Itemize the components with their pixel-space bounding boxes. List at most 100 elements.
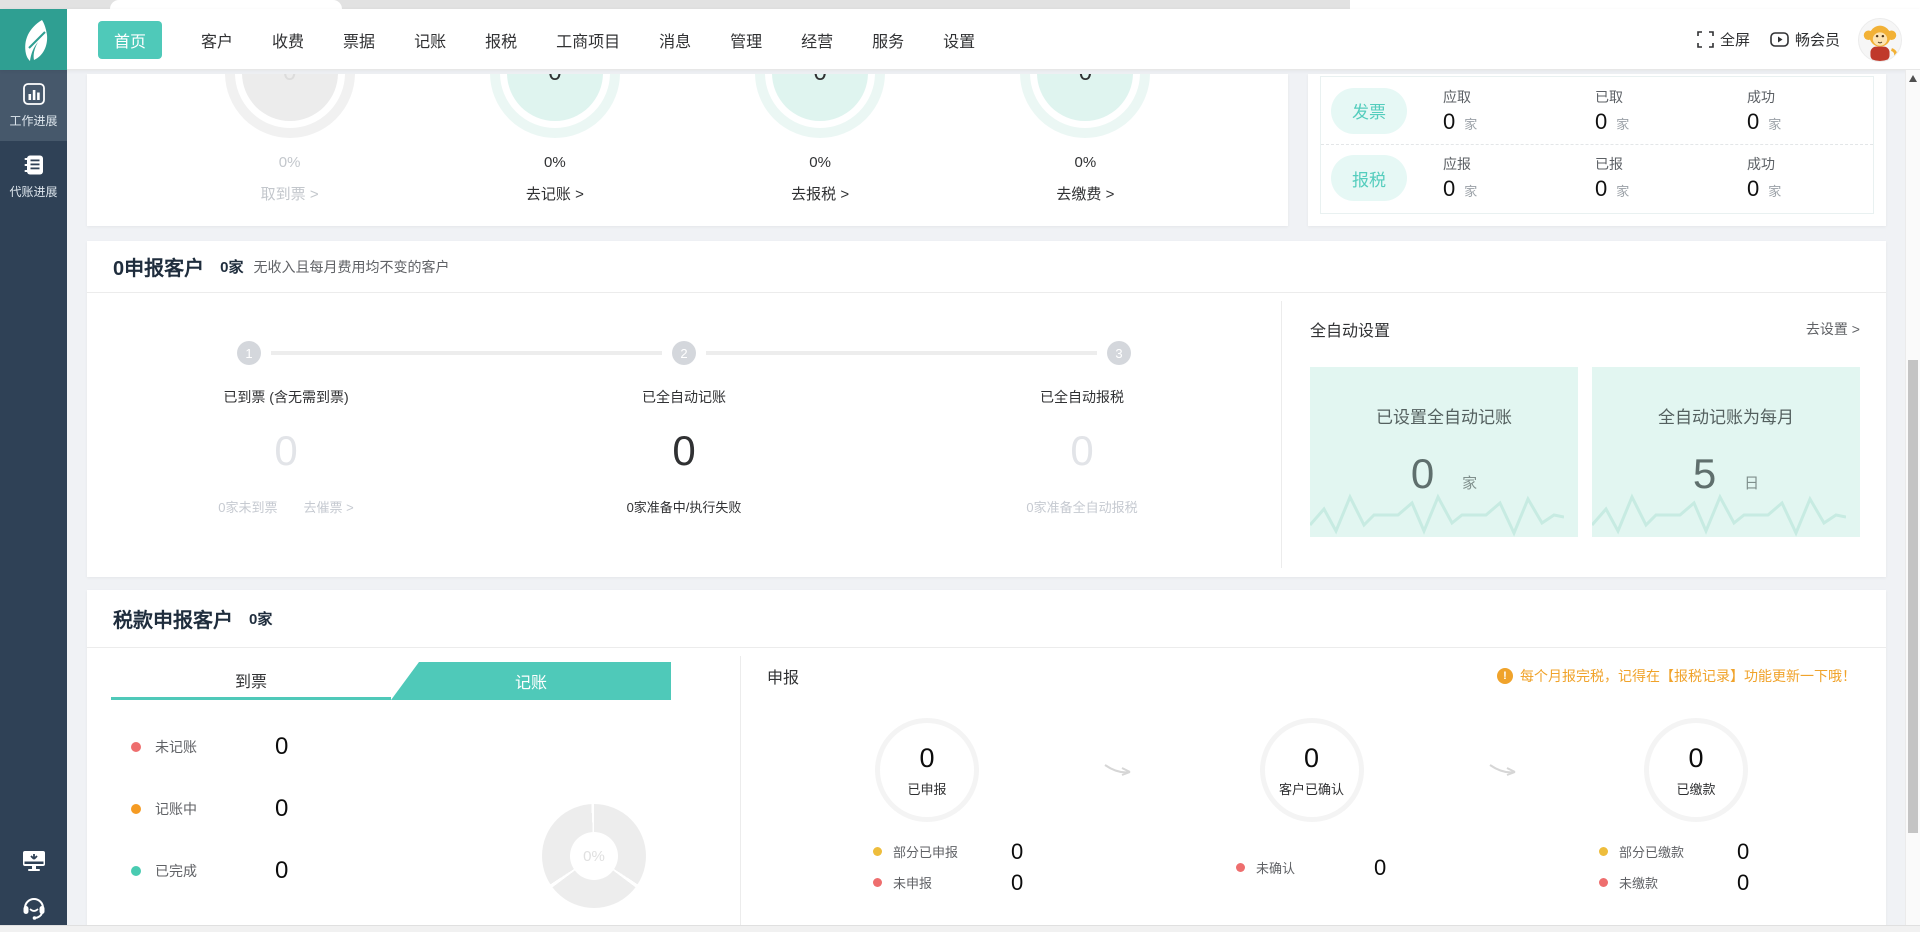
flow-value: 0 (919, 742, 935, 773)
urge-invoice-link[interactable]: 去催票 > (304, 497, 354, 516)
auto-bookkeeping-count-card: 已设置全自动记账 0 家 (1310, 367, 1578, 537)
fullscreen-button[interactable]: 全屏 (1697, 29, 1750, 50)
stat-value: 0 (1443, 108, 1456, 134)
step-value: 0 (274, 427, 298, 474)
auto-card-unit: 日 (1744, 475, 1760, 492)
stat-label: 已取 (1595, 88, 1623, 105)
legend-label: 已完成 (155, 863, 197, 879)
nav-item-business-projects[interactable]: 工商项目 (556, 28, 620, 52)
stat-value-row: 0家 (1747, 109, 1863, 135)
bar-chart-icon (22, 82, 45, 105)
go-payment-link[interactable]: 去缴费 > (1056, 183, 1114, 204)
flow-label: 客户已确认 (1278, 781, 1344, 797)
header-actions: 全屏 畅会员 (1677, 9, 1902, 70)
member-label: 畅会员 (1794, 32, 1840, 49)
flow-value: 0 (1303, 742, 1320, 773)
stat-unit: 家 (1464, 184, 1478, 199)
nav-item-operations[interactable]: 经营 (801, 28, 833, 52)
invoice-badge: 发票 (1331, 87, 1407, 134)
scrollbar-thumb[interactable] (1908, 360, 1918, 833)
nav-item-customers[interactable]: 客户 (201, 28, 233, 52)
go-settings-link[interactable]: 去设置 > (1806, 319, 1860, 339)
step-sub-text: 0家未到票 (218, 500, 278, 515)
auto-bookkeeping-day-card: 全自动记账为每月 5 日 (1592, 367, 1860, 537)
nav-item-settings[interactable]: 设置 (943, 28, 975, 52)
play-video-icon (1770, 32, 1789, 47)
tax-stats-row: 报税 应报 0家 已报 0家 成功 0家 (1321, 144, 1873, 211)
legend-label: 未确认 (1256, 861, 1296, 876)
bookkeeping-legend: 未记账 0 记账中 0 已完成 0 (131, 716, 740, 902)
step-label: 已全自动报税 (1040, 389, 1124, 405)
legend-dot (1599, 878, 1608, 887)
nav-item-home[interactable]: 首页 (98, 20, 163, 59)
warning-icon: ! (1497, 668, 1513, 684)
section-title: 0申报客户 (113, 258, 205, 280)
app-header: 首页 客户 收费 票据 记账 报税 工商项目 消息 管理 经营 服务 设置 全屏… (0, 9, 1920, 70)
nav-item-invoices[interactable]: 票据 (343, 28, 375, 52)
stat-value: 0 (1747, 108, 1760, 134)
tax-declare-card: 税款申报客户 0家 到票 记账 未记账 0 记账中 0 已完成 0 0% 申报 … (87, 590, 1886, 932)
legend-value: 0 (1737, 838, 1750, 864)
nav-item-management[interactable]: 管理 (730, 28, 762, 52)
legend-col-paid: 部分已缴款 0 未缴款 0 (1493, 836, 1856, 898)
legend-row: 未确认 0 (1236, 852, 1493, 883)
go-bookkeeping-link[interactable]: 去记账 > (526, 183, 584, 204)
flow-circle-paid: 0 已缴款 (1644, 718, 1748, 822)
progress-percent: 0% (544, 154, 566, 171)
sidebar-item-label: 代账进展 (9, 184, 58, 199)
app-logo[interactable] (0, 9, 67, 70)
progress-ring: 0 (755, 74, 886, 138)
nav-item-services[interactable]: 服务 (872, 28, 904, 52)
heartbeat-line-icon (1310, 493, 1564, 537)
tax-declare-header: 税款申报客户 0家 (87, 590, 1886, 648)
legend-value: 0 (275, 733, 289, 760)
legend-value: 0 (275, 857, 289, 884)
legend-dot (873, 878, 882, 887)
stat-value: 0 (1747, 176, 1760, 201)
member-button[interactable]: 畅会员 (1770, 29, 1840, 50)
tab-bookkeeping[interactable]: 记账 (391, 662, 671, 700)
sidebar-item-label: 工作进展 (9, 113, 58, 128)
declare-flow: 0 已申报 0 客户已确认 0 已缴款 (767, 718, 1856, 822)
flow-arrow-icon (1489, 764, 1516, 776)
fetch-invoice-link[interactable]: 取到票 > (261, 183, 319, 204)
legend-value: 0 (1737, 869, 1750, 895)
zero-declare-card: 0申报客户 0家 无收入且每月费用均不变的客户 1 2 3 已到票 (含无需到票… (87, 241, 1886, 577)
progress-percent: 0% (278, 154, 301, 171)
progress-percent: 0% (1074, 154, 1097, 171)
scrollbar-up-arrow[interactable] (1909, 75, 1917, 82)
browser-tab[interactable] (110, 0, 342, 9)
go-tax-filing-link[interactable]: 去报税 > (791, 183, 849, 204)
stat-value-row: 0家 (1595, 109, 1711, 135)
bookkeeping-donut-chart: 0% (542, 804, 646, 908)
progress-ring-clip: 0 (489, 74, 620, 138)
stat-value-row: 0家 (1595, 176, 1711, 202)
stat-value-row: 0家 (1443, 109, 1559, 135)
declare-flow-header: 申报 ! 每个月报完税，记得在【报税记录】功能更新一下哦！ (767, 664, 1856, 688)
nav-item-charging[interactable]: 收费 (272, 28, 304, 52)
auto-settings-header: 全自动设置 去设置 > (1310, 317, 1860, 341)
flow-label: 已缴款 (1676, 781, 1716, 797)
vertical-scrollbar[interactable] (1905, 70, 1920, 925)
client-download-button[interactable] (21, 838, 47, 884)
sidebar-item-work-progress[interactable]: 工作进展 (0, 70, 67, 141)
legend-col-confirmed: 未确认 0 (1130, 836, 1493, 898)
tab-arrived-invoice[interactable]: 到票 (111, 662, 391, 700)
nav-item-messages[interactable]: 消息 (659, 28, 691, 52)
tax-reminder-notice: ! 每个月报完税，记得在【报税记录】功能更新一下哦！ (1497, 666, 1856, 686)
nav-item-tax[interactable]: 报税 (485, 28, 517, 52)
sidebar-item-agency-progress[interactable]: 代账进展 (0, 141, 67, 212)
monitor-download-icon (22, 851, 45, 871)
nav-item-bookkeeping[interactable]: 记账 (414, 28, 446, 52)
heartbeat-line-icon (1592, 493, 1846, 537)
user-avatar[interactable] (1858, 17, 1902, 62)
flow-arrow-icon (1104, 764, 1131, 776)
customer-service-button[interactable] (21, 884, 47, 930)
notice-text: 每个月报完税，记得在【报税记录】功能更新一下哦！ (1520, 668, 1856, 684)
horizontal-scrollbar[interactable] (0, 925, 1920, 932)
main-nav: 首页 客户 收费 票据 记账 报税 工商项目 消息 管理 经营 服务 设置 (98, 9, 1014, 70)
progress-percent: 0% (809, 154, 831, 171)
donut-center-label: 0% (570, 832, 618, 880)
flow-circle-confirmed: 0 客户已确认 (1259, 718, 1364, 822)
stat-unit: 家 (1768, 184, 1782, 199)
